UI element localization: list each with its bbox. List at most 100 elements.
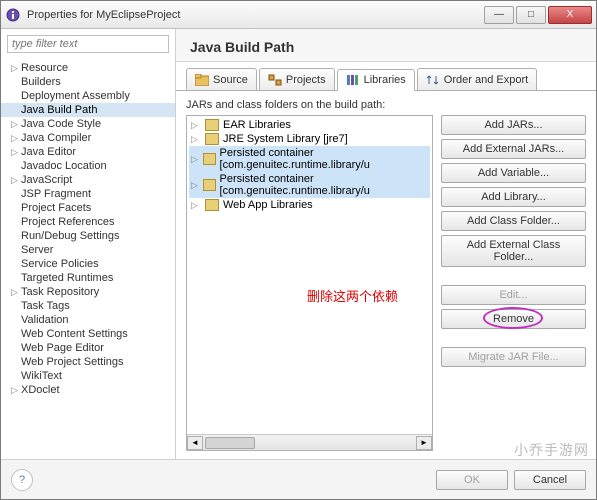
filter [7, 35, 169, 53]
sidebar: ▷ResourceBuildersDeployment AssemblyJava… [1, 29, 176, 459]
properties-icon [5, 7, 21, 23]
library-icon [205, 199, 219, 211]
tree-item-label: Task Tags [21, 300, 70, 312]
tree-item[interactable]: Server [1, 243, 175, 257]
add-variable-button[interactable]: Add Variable... [441, 163, 586, 183]
maximize-button[interactable]: □ [516, 6, 546, 24]
tab-label: Projects [286, 74, 326, 86]
scroll-left-button[interactable]: ◄ [187, 436, 203, 450]
jar-item-label: EAR Libraries [223, 119, 291, 131]
tree-item[interactable]: ▷Resource [1, 61, 175, 75]
jar-item[interactable]: ▷EAR Libraries [189, 118, 430, 132]
tree-item-label: Task Repository [21, 286, 99, 298]
jar-item-label: Web App Libraries [223, 199, 313, 211]
tab-label: Source [213, 74, 248, 86]
expand-arrow-icon: ▷ [11, 175, 21, 186]
add-library-button[interactable]: Add Library... [441, 187, 586, 207]
tree-item-label: JavaScript [21, 174, 72, 186]
tree-item[interactable]: Targeted Runtimes [1, 271, 175, 285]
tree-item-label: Java Compiler [21, 132, 91, 144]
footer: ? OK Cancel [1, 459, 596, 499]
tree-item[interactable]: Project Facets [1, 201, 175, 215]
tabs: Source Projects Libraries Order and Export [176, 62, 596, 91]
libraries-panel: JARs and class folders on the build path… [176, 91, 596, 459]
tree-item[interactable]: Deployment Assembly [1, 89, 175, 103]
add-jars-button[interactable]: Add JARs... [441, 115, 586, 135]
properties-tree[interactable]: ▷ResourceBuildersDeployment AssemblyJava… [1, 59, 175, 459]
projects-icon [268, 73, 282, 87]
expand-arrow-icon: ▷ [11, 63, 21, 74]
tree-item-label: Javadoc Location [21, 160, 107, 172]
tree-item[interactable]: ▷Java Code Style [1, 117, 175, 131]
tree-item[interactable]: Task Tags [1, 299, 175, 313]
tree-item-label: Builders [21, 76, 61, 88]
tree-item-label: Project Facets [21, 202, 91, 214]
library-icon [203, 153, 215, 165]
remove-button[interactable]: Remove [441, 309, 586, 329]
button-column: Add JARs... Add External JARs... Add Var… [441, 115, 586, 451]
expand-arrow-icon: ▷ [191, 134, 201, 145]
tab-order-and-export[interactable]: Order and Export [417, 68, 537, 90]
scroll-right-button[interactable]: ► [416, 436, 432, 450]
tree-item[interactable]: Project References [1, 215, 175, 229]
filter-input[interactable] [7, 35, 169, 53]
titlebar: Properties for MyEclipseProject — □ X [1, 1, 596, 29]
tree-item[interactable]: Web Content Settings [1, 327, 175, 341]
tab-libraries[interactable]: Libraries [337, 69, 415, 91]
jar-item[interactable]: ▷Persisted container [com.genuitec.runti… [189, 172, 430, 198]
tree-item[interactable]: JSP Fragment [1, 187, 175, 201]
tab-label: Order and Export [444, 74, 528, 86]
edit-button: Edit... [441, 285, 586, 305]
tree-item[interactable]: WikiText [1, 369, 175, 383]
minimize-button[interactable]: — [484, 6, 514, 24]
jar-item-label: Persisted container [com.genuitec.runtim… [220, 173, 428, 197]
tree-item[interactable]: Javadoc Location [1, 159, 175, 173]
tree-item-label: Targeted Runtimes [21, 272, 113, 284]
add-external-class-folder-button[interactable]: Add External Class Folder... [441, 235, 586, 267]
tree-item-label: Server [21, 244, 53, 256]
tree-item[interactable]: ▷Task Repository [1, 285, 175, 299]
tree-item[interactable]: Builders [1, 75, 175, 89]
main-panel: Java Build Path Source Projects Libraries O… [176, 29, 596, 459]
tree-item[interactable]: Run/Debug Settings [1, 229, 175, 243]
library-icon [203, 179, 215, 191]
tree-item-label: Resource [21, 62, 68, 74]
jar-item[interactable]: ▷Persisted container [com.genuitec.runti… [189, 146, 430, 172]
expand-arrow-icon: ▷ [11, 119, 21, 130]
tree-item[interactable]: Web Page Editor [1, 341, 175, 355]
add-external-jars-button[interactable]: Add External JARs... [441, 139, 586, 159]
tree-item-label: XDoclet [21, 384, 60, 396]
scroll-thumb[interactable] [205, 437, 255, 449]
content: ▷ResourceBuildersDeployment AssemblyJava… [1, 29, 596, 459]
library-icon [205, 119, 219, 131]
jar-item[interactable]: ▷Web App Libraries [189, 198, 430, 212]
tree-item[interactable]: ▷JavaScript [1, 173, 175, 187]
tab-label: Libraries [364, 74, 406, 86]
tree-item-label: Web Page Editor [21, 342, 104, 354]
tree-item-label: Run/Debug Settings [21, 230, 119, 242]
cancel-button[interactable]: Cancel [514, 470, 586, 490]
tree-item[interactable]: ▷XDoclet [1, 383, 175, 397]
horizontal-scrollbar[interactable]: ◄ ► [187, 434, 432, 450]
tab-projects[interactable]: Projects [259, 68, 335, 90]
tree-item-label: Web Project Settings [21, 356, 124, 368]
tree-item[interactable]: ▷Java Compiler [1, 131, 175, 145]
tree-item-label: WikiText [21, 370, 62, 382]
jar-item[interactable]: ▷JRE System Library [jre7] [189, 132, 430, 146]
window-title: Properties for MyEclipseProject [27, 9, 484, 21]
tree-item-label: JSP Fragment [21, 188, 91, 200]
tree-item[interactable]: Java Build Path [1, 103, 175, 117]
tree-item[interactable]: Validation [1, 313, 175, 327]
add-class-folder-button[interactable]: Add Class Folder... [441, 211, 586, 231]
tab-source[interactable]: Source [186, 68, 257, 90]
ok-button[interactable]: OK [436, 470, 508, 490]
tree-item[interactable]: Service Policies [1, 257, 175, 271]
close-button[interactable]: X [548, 6, 592, 24]
folder-icon [195, 73, 209, 87]
page-title: Java Build Path [176, 29, 596, 62]
tree-item[interactable]: Web Project Settings [1, 355, 175, 369]
help-button[interactable]: ? [11, 469, 33, 491]
tree-item[interactable]: ▷Java Editor [1, 145, 175, 159]
jars-list[interactable]: ▷EAR Libraries▷JRE System Library [jre7]… [186, 115, 433, 451]
jars-label: JARs and class folders on the build path… [186, 99, 586, 111]
